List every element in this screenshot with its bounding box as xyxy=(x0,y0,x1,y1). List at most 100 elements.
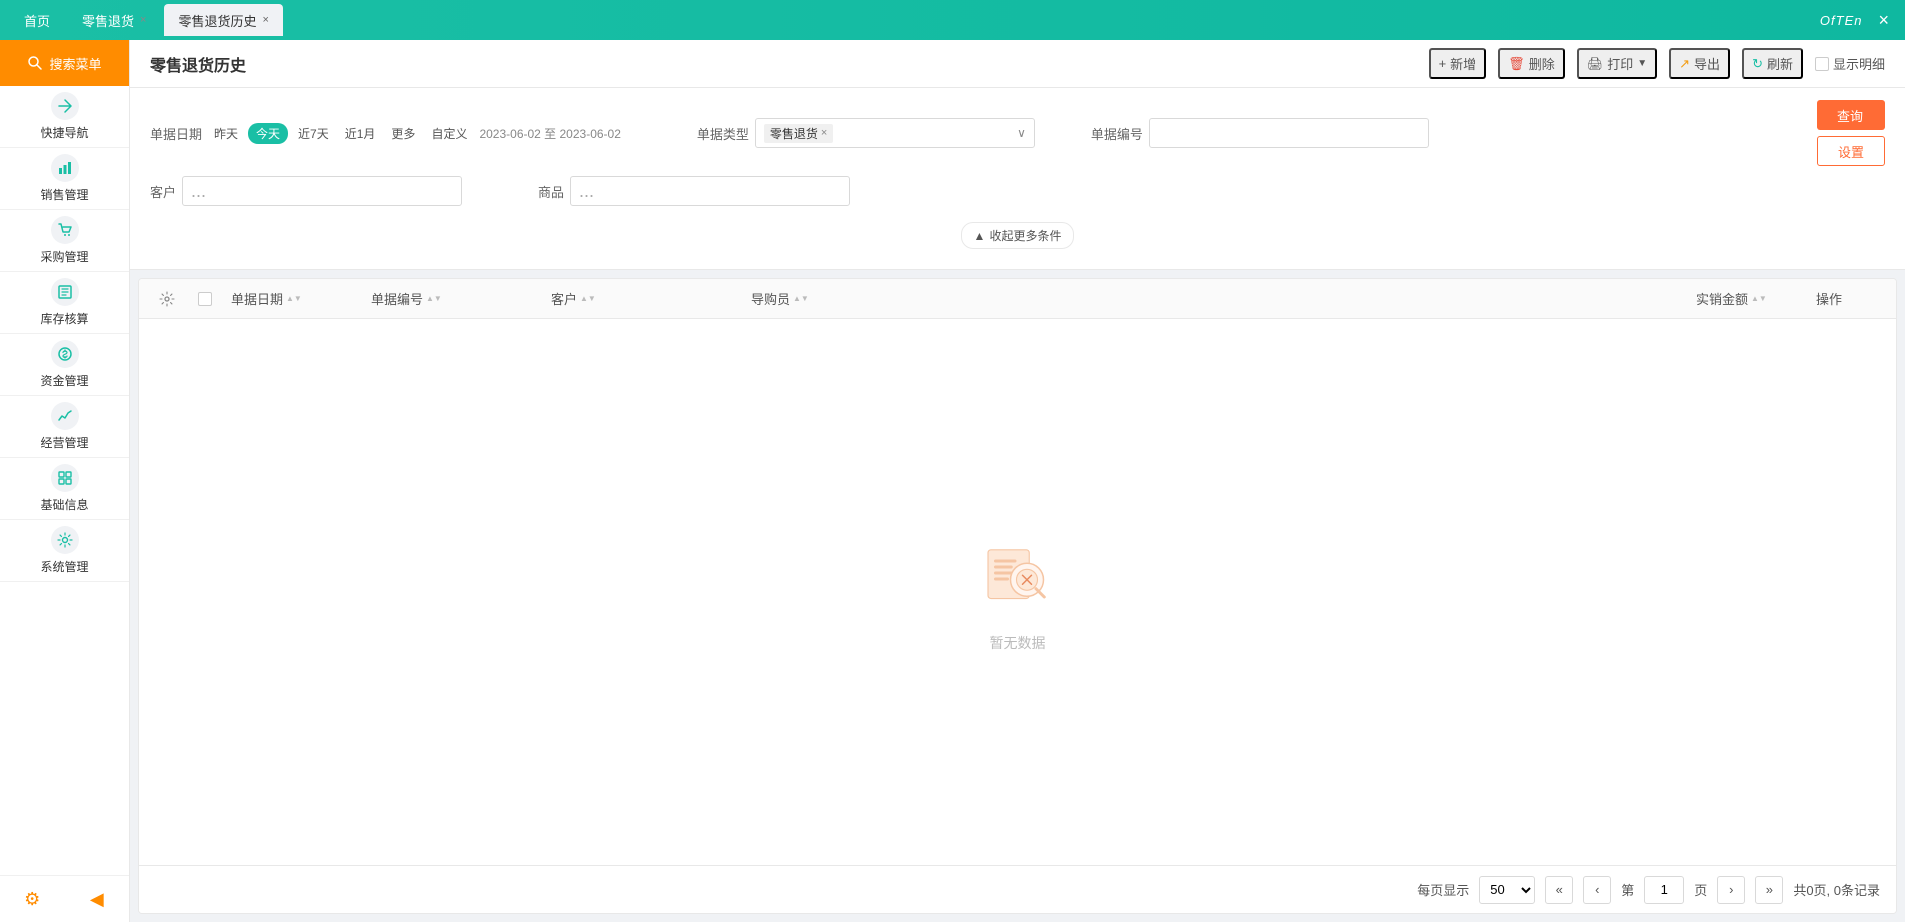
th-amount-sort[interactable]: ▲▼ xyxy=(1751,294,1767,303)
type-dropdown-arrow: ∨ xyxy=(1017,126,1026,140)
date-today[interactable]: 今天 xyxy=(248,123,288,144)
th-operation-label: 操作 xyxy=(1816,289,1842,308)
export-button[interactable]: ↗ 导出 xyxy=(1669,48,1730,79)
sidebar-item-operations-label: 经营管理 xyxy=(40,434,88,451)
th-customer-sort[interactable]: ▲▼ xyxy=(580,294,596,303)
content-area: 零售退货历史 + 新增 🗑 删除 🖨 打印 ▼ ↗ 导出 xyxy=(130,40,1905,922)
date-custom[interactable]: 自定义 xyxy=(425,123,473,144)
print-button[interactable]: 🖨 打印 ▼ xyxy=(1577,48,1657,79)
type-filter-dropdown[interactable]: 零售退货 × ∨ xyxy=(755,118,1035,148)
goods-filter-label: 商品 xyxy=(538,182,564,201)
tab-retail-return[interactable]: 零售退货 × xyxy=(68,4,160,36)
tab-retail-return-close[interactable]: × xyxy=(140,14,146,26)
delete-button[interactable]: 🗑 删除 xyxy=(1498,48,1565,79)
export-icon: ↗ xyxy=(1679,56,1690,72)
sidebar-item-sales-mgmt[interactable]: 销售管理 xyxy=(0,148,129,210)
goods-ellipsis: ... xyxy=(579,182,594,200)
number-filter-input[interactable] xyxy=(1149,118,1429,148)
th-guide-sort[interactable]: ▲▼ xyxy=(793,294,809,303)
sidebar-settings-button[interactable]: ⚙ xyxy=(0,876,65,922)
total-label: 共0页, 0条记录 xyxy=(1793,880,1880,899)
type-tag-close[interactable]: × xyxy=(821,127,827,139)
type-filter: 单据类型 零售退货 × ∨ xyxy=(697,118,1035,148)
date-more[interactable]: 更多 xyxy=(385,123,421,144)
header-actions: + 新增 🗑 删除 🖨 打印 ▼ ↗ 导出 ↻ 刷 xyxy=(1429,48,1885,79)
tab-home-label: 首页 xyxy=(24,11,50,30)
date-shortcuts: 昨天 今天 近7天 近1月 更多 自定义 xyxy=(208,123,473,144)
sidebar-item-basic-info[interactable]: 基础信息 xyxy=(0,458,129,520)
sidebar-item-system-mgmt[interactable]: 系统管理 xyxy=(0,520,129,582)
empty-state-icon xyxy=(973,531,1063,621)
collapse-button[interactable]: ▲ 收起更多条件 xyxy=(961,222,1075,249)
tab-retail-return-history-label: 零售退货历史 xyxy=(178,11,256,30)
th-number-sort[interactable]: ▲▼ xyxy=(426,294,442,303)
tab-home[interactable]: 首页 xyxy=(10,4,64,36)
th-amount[interactable]: 实销金额 ▲▼ xyxy=(1688,289,1808,308)
date-range-display: 2023-06-02 至 2023-06-02 xyxy=(479,125,620,142)
date-7days[interactable]: 近7天 xyxy=(292,123,335,144)
sidebar-item-operations[interactable]: 经营管理 xyxy=(0,396,129,458)
sidebar-item-inventory[interactable]: 库存核算 xyxy=(0,272,129,334)
delete-label: 删除 xyxy=(1529,54,1555,73)
th-date-sort[interactable]: ▲▼ xyxy=(286,294,302,303)
number-filter-label: 单据编号 xyxy=(1091,124,1143,143)
add-icon: + xyxy=(1439,56,1447,71)
search-icon xyxy=(27,55,43,71)
sidebar-search-button[interactable]: 搜索菜单 xyxy=(0,40,129,86)
customer-filter-input[interactable]: ... xyxy=(182,176,462,206)
prev-page-button[interactable]: ‹ xyxy=(1583,876,1611,904)
display-toggle[interactable]: 显示明细 xyxy=(1815,54,1885,73)
quick-nav-icon xyxy=(51,92,79,120)
page-size-select[interactable]: 50 10 20 100 xyxy=(1479,876,1535,904)
collapse-label: 收起更多条件 xyxy=(989,227,1061,244)
goods-filter-input[interactable]: ... xyxy=(570,176,850,206)
display-toggle-label: 显示明细 xyxy=(1833,54,1885,73)
tab-retail-return-history[interactable]: 零售退货历史 × xyxy=(164,4,282,36)
pagination-bar: 每页显示 50 10 20 100 « ‹ 第 页 › » 共0页, 0条记录 xyxy=(139,865,1896,913)
tab-retail-return-history-close[interactable]: × xyxy=(262,14,268,26)
sidebar-item-finance-label: 资金管理 xyxy=(40,372,88,389)
window-close-button[interactable]: × xyxy=(1872,10,1895,31)
system-mgmt-icon xyxy=(51,526,79,554)
sidebar-item-basic-info-label: 基础信息 xyxy=(40,496,88,513)
query-button[interactable]: 查询 xyxy=(1817,100,1885,130)
sidebar-item-inventory-label: 库存核算 xyxy=(40,310,88,327)
inventory-icon xyxy=(51,278,79,306)
next-page-button[interactable]: › xyxy=(1717,876,1745,904)
th-guide[interactable]: 导购员 ▲▼ xyxy=(743,289,923,308)
th-settings-button[interactable] xyxy=(147,291,187,307)
sidebar-item-quick-nav-label: 快捷导航 xyxy=(40,124,88,141)
date-yesterday[interactable]: 昨天 xyxy=(208,123,244,144)
refresh-button[interactable]: ↻ 刷新 xyxy=(1742,48,1803,79)
th-date[interactable]: 单据日期 ▲▼ xyxy=(223,289,363,308)
date-filter-label: 单据日期 xyxy=(150,124,202,143)
type-tag-label: 零售退货 xyxy=(770,125,818,142)
filter-collapse-row: ▲ 收起更多条件 xyxy=(150,216,1885,265)
last-page-button[interactable]: » xyxy=(1755,876,1783,904)
th-customer-label: 客户 xyxy=(551,289,577,308)
purchase-mgmt-icon xyxy=(51,216,79,244)
top-bar: 首页 零售退货 × 零售退货历史 × OfTEn × xyxy=(0,0,1905,40)
filter-section: 单据日期 昨天 今天 近7天 近1月 更多 自定义 2023-06-02 至 2… xyxy=(130,88,1905,270)
date-1month[interactable]: 近1月 xyxy=(339,123,382,144)
sidebar-item-finance[interactable]: 资金管理 xyxy=(0,334,129,396)
refresh-label: 刷新 xyxy=(1767,54,1793,73)
customer-filter: 客户 ... xyxy=(150,176,462,206)
th-customer[interactable]: 客户 ▲▼ xyxy=(543,289,743,308)
data-table: 单据日期 ▲▼ 单据编号 ▲▼ 客户 ▲▼ 导购员 ▲▼ 实销金额 xyxy=(138,278,1897,914)
goods-filter: 商品 ... xyxy=(538,176,850,206)
sidebar-item-purchase-mgmt[interactable]: 采购管理 xyxy=(0,210,129,272)
display-checkbox[interactable] xyxy=(1815,57,1829,71)
basic-info-icon xyxy=(51,464,79,492)
empty-state-text: 暂无数据 xyxy=(990,633,1046,653)
sidebar-item-quick-nav[interactable]: 快捷导航 xyxy=(0,86,129,148)
th-checkbox[interactable] xyxy=(187,292,223,306)
first-page-button[interactable]: « xyxy=(1545,876,1573,904)
th-number[interactable]: 单据编号 ▲▼ xyxy=(363,289,543,308)
sidebar-collapse-button[interactable]: ◀ xyxy=(65,876,130,922)
brand-text: OfTEn xyxy=(1820,13,1863,28)
setting-button[interactable]: 设置 xyxy=(1817,136,1885,166)
print-dropdown-icon: ▼ xyxy=(1637,58,1647,69)
page-input[interactable] xyxy=(1644,876,1684,904)
add-button[interactable]: + 新增 xyxy=(1429,48,1487,79)
